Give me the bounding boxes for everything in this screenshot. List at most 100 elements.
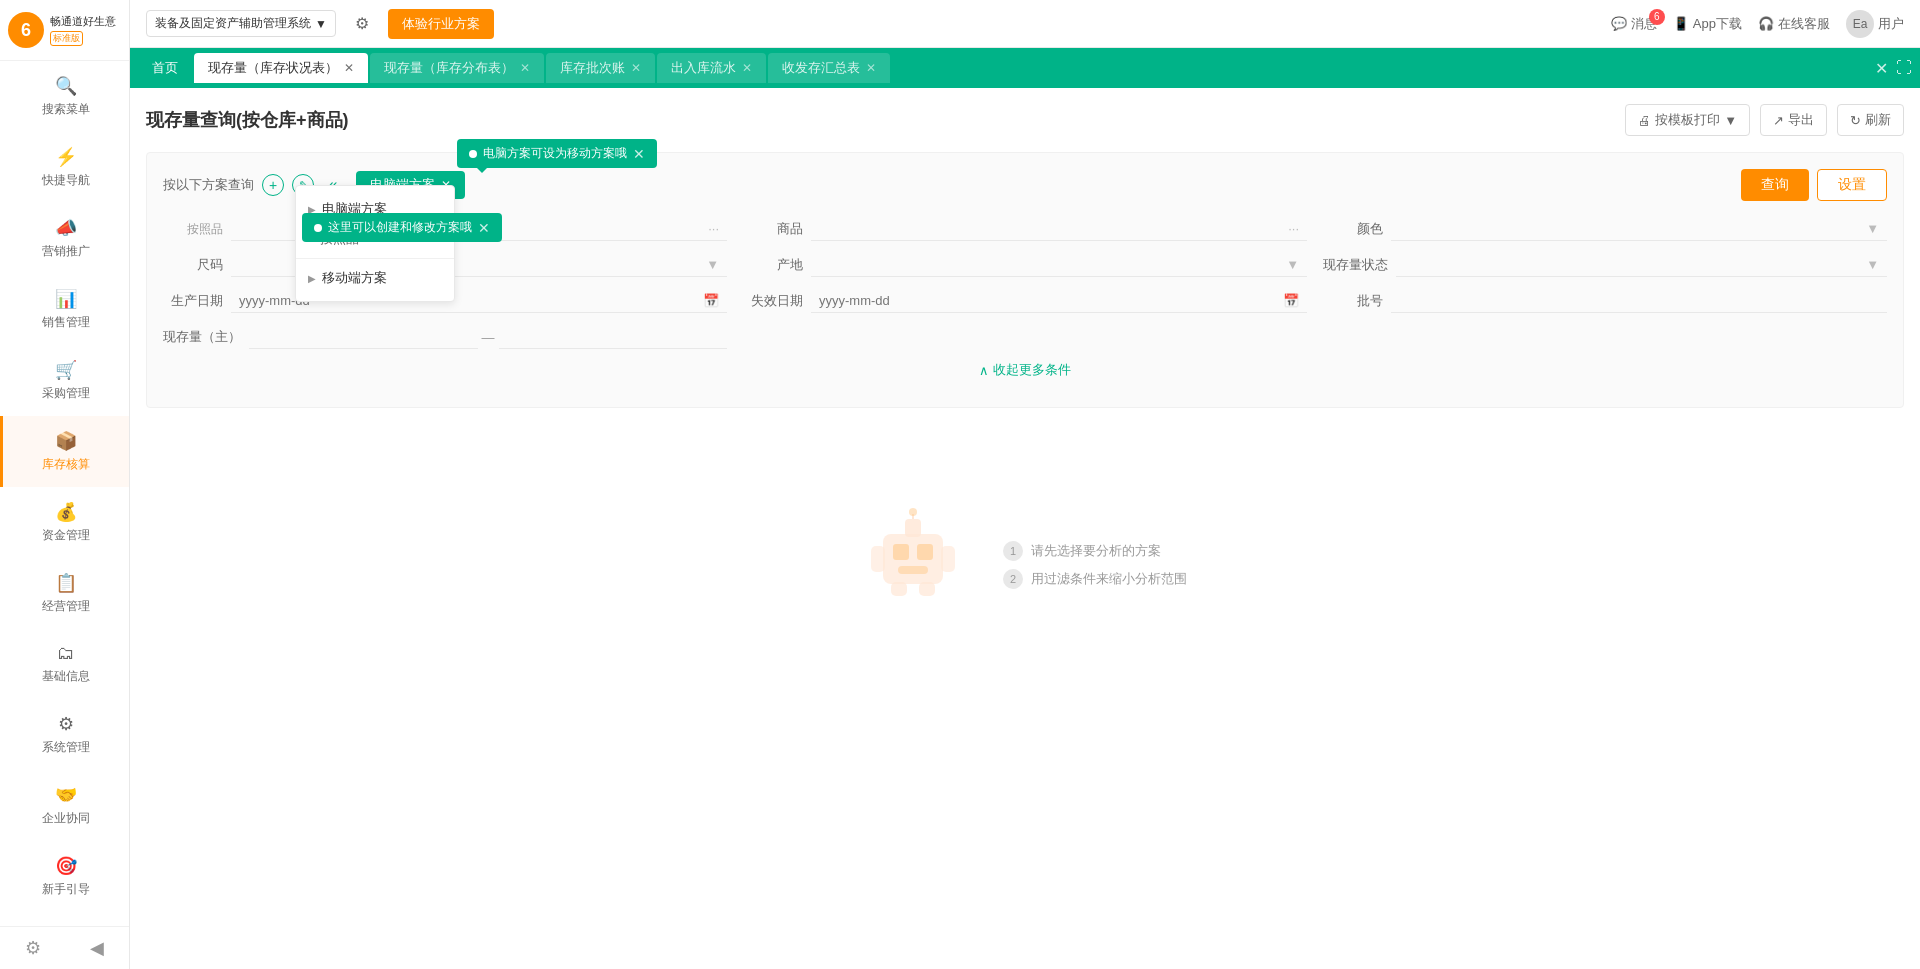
batch-field[interactable] bbox=[1391, 289, 1887, 313]
tab-label: 库存批次账 bbox=[560, 59, 625, 77]
inventory-main-to[interactable] bbox=[499, 325, 728, 349]
page-title: 现存量查询(按仓库+商品) bbox=[146, 108, 349, 132]
chevron-down-icon: ▼ bbox=[315, 17, 327, 31]
settings-button[interactable]: ⚙ bbox=[348, 10, 376, 38]
svg-rect-1 bbox=[893, 544, 909, 560]
app-download-label: App下载 bbox=[1693, 15, 1742, 33]
origin-select[interactable]: ▼ bbox=[811, 253, 1307, 277]
query-button[interactable]: 查询 bbox=[1741, 169, 1809, 201]
tab-batch-account[interactable]: 库存批次账 ✕ bbox=[546, 53, 655, 83]
filter-item-product: 商品 ··· bbox=[743, 217, 1307, 241]
handshake-icon: 🤝 bbox=[55, 784, 77, 806]
tab-home[interactable]: 首页 bbox=[138, 53, 192, 83]
topbar: 装备及固定资产辅助管理系统 ▼ ⚙ 体验行业方案 💬 消息 6 📱 App下载 … bbox=[130, 0, 1920, 48]
sidebar-item-enterprise[interactable]: 🤝 企业协同 bbox=[0, 770, 129, 841]
close-icon[interactable]: ✕ bbox=[742, 61, 752, 75]
megaphone-icon: 📣 bbox=[55, 217, 77, 239]
product-select[interactable]: ··· bbox=[811, 217, 1307, 241]
sidebar-item-inventory[interactable]: 📦 库存核算 bbox=[0, 416, 129, 487]
expiry-date-field[interactable] bbox=[819, 293, 1279, 308]
sidebar-item-purchase[interactable]: 🛒 采购管理 bbox=[0, 345, 129, 416]
tab-inventory-dist[interactable]: 现存量（库存分布表） ✕ bbox=[370, 53, 544, 83]
sidebar: 6 畅通道好生意 标准版 🔍 搜索菜单 ⚡ 快捷导航 📣 营销推广 📊 销售管理 bbox=[0, 0, 130, 969]
chevron-down-size-icon: ▼ bbox=[706, 257, 719, 272]
clipboard-icon: 📋 bbox=[55, 572, 77, 594]
system-title: 装备及固定资产辅助管理系统 bbox=[155, 15, 311, 32]
system-selector[interactable]: 装备及固定资产辅助管理系统 ▼ bbox=[146, 10, 336, 37]
tooltip-close-btn[interactable]: ✕ bbox=[633, 146, 645, 162]
color-select[interactable]: ▼ bbox=[1391, 217, 1887, 241]
industry-btn[interactable]: 体验行业方案 bbox=[388, 9, 494, 39]
expiry-date-input[interactable]: 📅 bbox=[811, 289, 1307, 313]
export-btn[interactable]: ↗ 导出 bbox=[1760, 104, 1827, 136]
close-icon[interactable]: ✕ bbox=[866, 61, 876, 75]
tab-fullscreen-btn[interactable]: ⛶ bbox=[1896, 59, 1912, 77]
chevron-down-invstatus-icon: ▼ bbox=[1866, 257, 1879, 272]
app-logo: 6 畅通道好生意 标准版 bbox=[0, 0, 129, 61]
chevron-up-icon: ∧ bbox=[979, 363, 989, 378]
logo-badge: 标准版 bbox=[50, 31, 83, 46]
inventory-main-from[interactable] bbox=[249, 325, 478, 349]
empty-steps: 1 请先选择要分析的方案 2 用过滤条件来缩小分析范围 bbox=[1003, 541, 1187, 589]
support-item[interactable]: 🎧 在线客服 bbox=[1758, 15, 1830, 33]
sidebar-item-sales[interactable]: 📊 销售管理 bbox=[0, 274, 129, 345]
close-icon[interactable]: ✕ bbox=[344, 61, 354, 75]
step-1-label: 请先选择要分析的方案 bbox=[1031, 542, 1161, 560]
refresh-btn[interactable]: ↻ 刷新 bbox=[1837, 104, 1904, 136]
settings-bottom-icon[interactable]: ⚙ bbox=[25, 937, 41, 959]
tooltip-close-btn2[interactable]: ✕ bbox=[478, 220, 490, 236]
svg-rect-4 bbox=[905, 519, 921, 537]
svg-rect-8 bbox=[941, 546, 955, 572]
user-label: 用户 bbox=[1878, 15, 1904, 33]
sidebar-item-search[interactable]: 🔍 搜索菜单 bbox=[0, 61, 129, 132]
range-dash: — bbox=[482, 330, 495, 345]
phone-icon: 📱 bbox=[1673, 16, 1689, 31]
tooltip-pc-to-mobile: 电脑方案可设为移动方案哦 ✕ bbox=[457, 139, 657, 168]
chevron-down-origin-icon: ▼ bbox=[1286, 257, 1299, 272]
box-icon: 📦 bbox=[55, 430, 77, 452]
notification-item[interactable]: 💬 消息 6 bbox=[1611, 15, 1657, 33]
app-download-item[interactable]: 📱 App下载 bbox=[1673, 15, 1742, 33]
refresh-icon: ↻ bbox=[1850, 113, 1861, 128]
step-num-2: 2 bbox=[1003, 569, 1023, 589]
close-icon[interactable]: ✕ bbox=[631, 61, 641, 75]
tab-close-all-btn[interactable]: ✕ bbox=[1875, 59, 1888, 78]
chevron-right-icon2: ▶ bbox=[308, 273, 316, 284]
sidebar-item-basic[interactable]: 🗂 基础信息 bbox=[0, 629, 129, 699]
tooltip-text: 电脑方案可设为移动方案哦 bbox=[483, 145, 627, 162]
sidebar-item-label: 销售管理 bbox=[42, 314, 90, 331]
svg-rect-7 bbox=[871, 546, 885, 572]
sidebar-item-operations[interactable]: 📋 经营管理 bbox=[0, 558, 129, 629]
sidebar-item-guide[interactable]: 🎯 新手引导 bbox=[0, 841, 129, 912]
tab-label: 现存量（库存状况表） bbox=[208, 59, 338, 77]
tab-inventory-status[interactable]: 现存量（库存状况表） ✕ bbox=[194, 53, 368, 83]
user-item[interactable]: Ea 用户 bbox=[1846, 10, 1904, 38]
print-btn[interactable]: 🖨 按模板打印 ▼ bbox=[1625, 104, 1750, 136]
home-label: 首页 bbox=[152, 59, 178, 77]
more-conditions-toggle[interactable]: ∧ 收起更多条件 bbox=[163, 349, 1887, 391]
search-icon: 🔍 bbox=[55, 75, 77, 97]
schema-tree-item-mobile[interactable]: ▶ 移动端方案 bbox=[296, 263, 454, 293]
close-icon[interactable]: ✕ bbox=[520, 61, 530, 75]
filter-item-batch: 批号 bbox=[1323, 289, 1887, 313]
sidebar-item-system[interactable]: ⚙ 系统管理 bbox=[0, 699, 129, 770]
filter-add-button[interactable]: + bbox=[262, 174, 284, 196]
tab-recv-summary[interactable]: 收发存汇总表 ✕ bbox=[768, 53, 890, 83]
sidebar-item-finance[interactable]: 💰 资金管理 bbox=[0, 487, 129, 558]
sidebar-item-quicknav[interactable]: ⚡ 快捷导航 bbox=[0, 132, 129, 203]
inventory-status-label: 现存量状态 bbox=[1323, 256, 1388, 274]
expiry-date-label: 失效日期 bbox=[743, 292, 803, 310]
collapse-icon[interactable]: ◀ bbox=[90, 937, 104, 959]
sidebar-item-marketing[interactable]: 📣 营销推广 bbox=[0, 203, 129, 274]
headset-icon: 🎧 bbox=[1758, 16, 1774, 31]
tooltip-text2: 这里可以创建和修改方案哦 bbox=[328, 219, 472, 236]
reset-button[interactable]: 设置 bbox=[1817, 169, 1887, 201]
sidebar-item-label: 快捷导航 bbox=[42, 172, 90, 189]
lightning-icon: ⚡ bbox=[55, 146, 77, 168]
inventory-status-select[interactable]: ▼ bbox=[1396, 253, 1887, 277]
calendar-icon[interactable]: 📅 bbox=[703, 293, 719, 308]
calendar-icon2[interactable]: 📅 bbox=[1283, 293, 1299, 308]
user-avatar: Ea bbox=[1846, 10, 1874, 38]
inventory-main-label: 现存量（主） bbox=[163, 328, 241, 346]
tab-inout-flow[interactable]: 出入库流水 ✕ bbox=[657, 53, 766, 83]
